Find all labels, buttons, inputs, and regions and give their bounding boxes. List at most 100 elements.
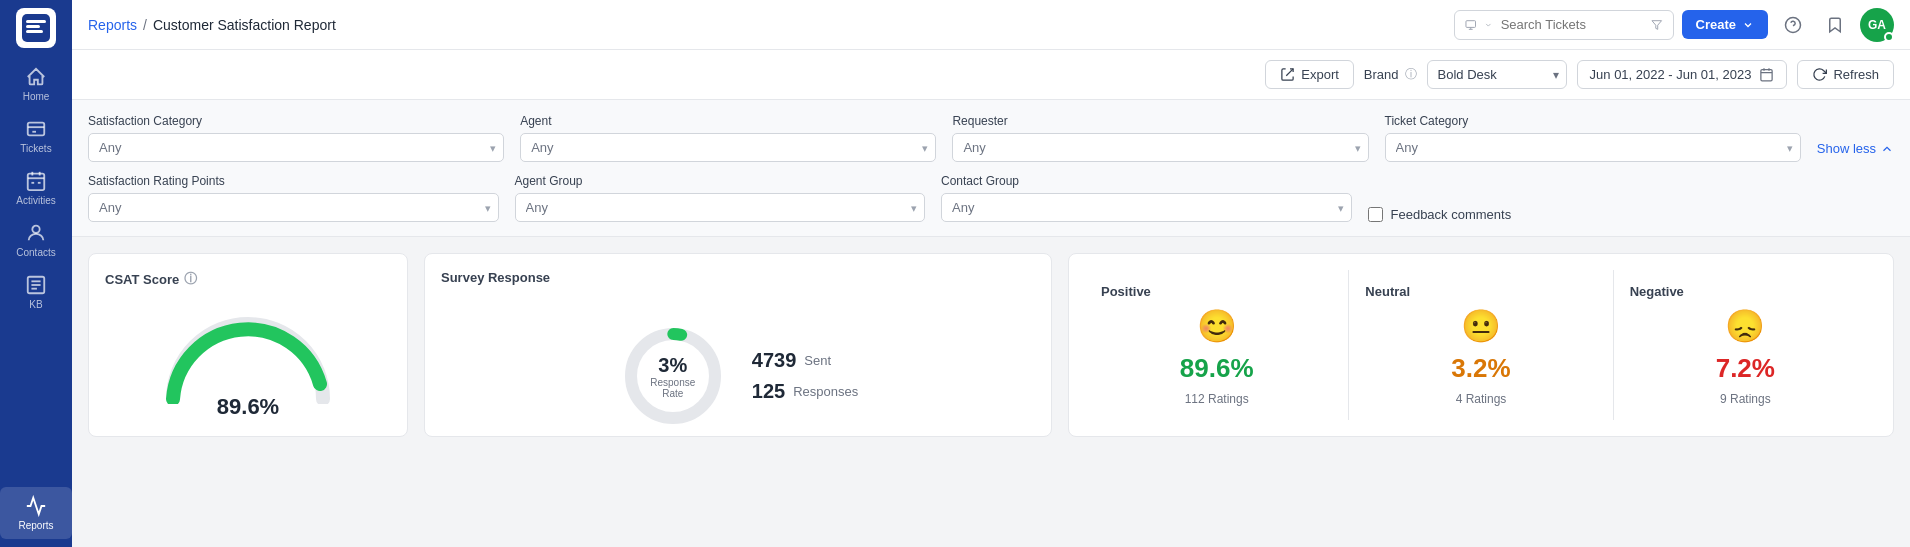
export-icon: [1280, 67, 1295, 82]
search-box[interactable]: [1454, 10, 1674, 40]
positive-title: Positive: [1101, 284, 1151, 299]
filter-label-agent: Agent: [520, 114, 936, 128]
filter-label-contact-group: Contact Group: [941, 174, 1352, 188]
filter-label-satisfaction-category: Satisfaction Category: [88, 114, 504, 128]
filter-select-satisfaction-category[interactable]: Any: [88, 133, 504, 162]
svg-rect-7: [28, 174, 45, 191]
bookmark-icon: [1826, 16, 1844, 34]
filter-label-satisfaction-rating: Satisfaction Rating Points: [88, 174, 499, 188]
create-button[interactable]: Create: [1682, 10, 1768, 39]
donut-label: 3% Response Rate: [650, 354, 695, 399]
monitor-icon: [1465, 17, 1477, 33]
filter-ticket-category: Ticket Category Any: [1385, 114, 1801, 162]
sidebar-item-label: Home: [23, 91, 50, 102]
sidebar-item-label: KB: [29, 299, 42, 310]
help-button[interactable]: [1776, 8, 1810, 42]
breadcrumb-current-page: Customer Satisfaction Report: [153, 17, 336, 33]
filter-select-wrapper: Any: [952, 133, 1368, 162]
content-area: CSAT Score ⓘ 89.6% Survey: [72, 237, 1910, 547]
filter-select-satisfaction-rating[interactable]: Any: [88, 193, 499, 222]
survey-card-title: Survey Response: [441, 270, 1035, 285]
svg-marker-21: [1652, 20, 1662, 29]
brand-info-icon[interactable]: ⓘ: [1405, 66, 1417, 83]
filter-icon: [1651, 17, 1663, 33]
neutral-rating-section: Neutral 😐 3.2% 4 Ratings: [1349, 270, 1613, 420]
sidebar-item-home[interactable]: Home: [0, 58, 72, 110]
filter-select-wrapper: Any: [1385, 133, 1801, 162]
csat-card-title: CSAT Score ⓘ: [105, 270, 391, 288]
tickets-icon: [25, 118, 47, 140]
breadcrumb-reports-link[interactable]: Reports: [88, 17, 137, 33]
csat-score-card: CSAT Score ⓘ 89.6%: [88, 253, 408, 437]
filter-row-1: Satisfaction Category Any Agent Any Requ…: [88, 114, 1894, 162]
brand-select[interactable]: Bold Desk All Brands: [1427, 60, 1567, 89]
kb-icon: [25, 274, 47, 296]
feedback-comments-checkbox[interactable]: [1368, 207, 1383, 222]
svg-rect-4: [28, 123, 45, 136]
sidebar-item-tickets[interactable]: Tickets: [0, 110, 72, 162]
filter-contact-group: Contact Group Any: [941, 174, 1352, 222]
positive-emoji: 😊: [1197, 307, 1237, 345]
filter-satisfaction-rating: Satisfaction Rating Points Any: [88, 174, 499, 222]
show-less-button[interactable]: Show less: [1817, 135, 1894, 162]
filter-select-requester[interactable]: Any: [952, 133, 1368, 162]
positive-count: 112 Ratings: [1185, 392, 1249, 406]
bookmark-button[interactable]: [1818, 8, 1852, 42]
sidebar-item-label: Reports: [18, 520, 53, 531]
search-input[interactable]: [1501, 17, 1643, 32]
brand-label: Brand: [1364, 67, 1399, 82]
svg-rect-18: [1465, 20, 1475, 27]
refresh-icon: [1812, 67, 1827, 82]
sidebar-item-contacts[interactable]: Contacts: [0, 214, 72, 266]
survey-stats: 4739 Sent 125 Responses: [752, 349, 858, 403]
home-icon: [25, 66, 47, 88]
avatar-online-badge: [1884, 32, 1894, 42]
brand-group: Brand ⓘ: [1364, 66, 1417, 83]
sidebar-item-label: Tickets: [20, 143, 51, 154]
ratings-card: Positive 😊 89.6% 112 Ratings Neutral 😐 3…: [1068, 253, 1894, 437]
donut-chart: 3% Response Rate: [618, 321, 728, 431]
gauge-chart: [158, 304, 338, 404]
sidebar-item-activities[interactable]: Activities: [0, 162, 72, 214]
filter-select-wrapper: Any: [941, 193, 1352, 222]
chevron-down-icon: [1742, 19, 1754, 31]
positive-rating-section: Positive 😊 89.6% 112 Ratings: [1085, 270, 1349, 420]
topbar-right: Create GA: [1454, 8, 1894, 42]
positive-pct: 89.6%: [1180, 353, 1254, 384]
avatar[interactable]: GA: [1860, 8, 1894, 42]
svg-point-13: [32, 226, 39, 233]
date-range-button[interactable]: Jun 01, 2022 - Jun 01, 2023: [1577, 60, 1788, 89]
filter-label-agent-group: Agent Group: [515, 174, 926, 188]
neutral-title: Neutral: [1365, 284, 1410, 299]
survey-responses-count: 125: [752, 380, 785, 403]
csat-info-icon[interactable]: ⓘ: [184, 270, 197, 288]
export-button[interactable]: Export: [1265, 60, 1354, 89]
help-icon: [1784, 16, 1802, 34]
svg-rect-3: [26, 30, 43, 33]
survey-sent-label: Sent: [804, 353, 831, 368]
refresh-button[interactable]: Refresh: [1797, 60, 1894, 89]
negative-emoji: 😞: [1725, 307, 1765, 345]
filter-select-wrapper: Any: [88, 193, 499, 222]
chevron-down-icon: [1484, 19, 1493, 31]
chevron-up-icon: [1880, 142, 1894, 156]
breadcrumb: Reports / Customer Satisfaction Report: [88, 17, 1442, 33]
sidebar: Home Tickets Activities Contacts: [0, 0, 72, 547]
filter-select-contact-group[interactable]: Any: [941, 193, 1352, 222]
csat-score-value: 89.6%: [217, 394, 279, 420]
filter-row-2: Satisfaction Rating Points Any Agent Gro…: [88, 174, 1894, 222]
sidebar-item-kb[interactable]: KB: [0, 266, 72, 318]
neutral-pct: 3.2%: [1451, 353, 1510, 384]
filter-label-requester: Requester: [952, 114, 1368, 128]
filter-select-agent-group[interactable]: Any: [515, 193, 926, 222]
filter-select-wrapper: Any: [515, 193, 926, 222]
filter-area: Satisfaction Category Any Agent Any Requ…: [72, 100, 1910, 237]
sidebar-item-reports[interactable]: Reports: [0, 487, 72, 539]
survey-responses-label: Responses: [793, 384, 858, 399]
sidebar-item-label: Contacts: [16, 247, 55, 258]
filter-select-ticket-category[interactable]: Any: [1385, 133, 1801, 162]
survey-sent-count: 4739: [752, 349, 797, 372]
sidebar-item-label: Activities: [16, 195, 55, 206]
filter-select-agent[interactable]: Any: [520, 133, 936, 162]
cards-row: CSAT Score ⓘ 89.6% Survey: [88, 253, 1894, 437]
